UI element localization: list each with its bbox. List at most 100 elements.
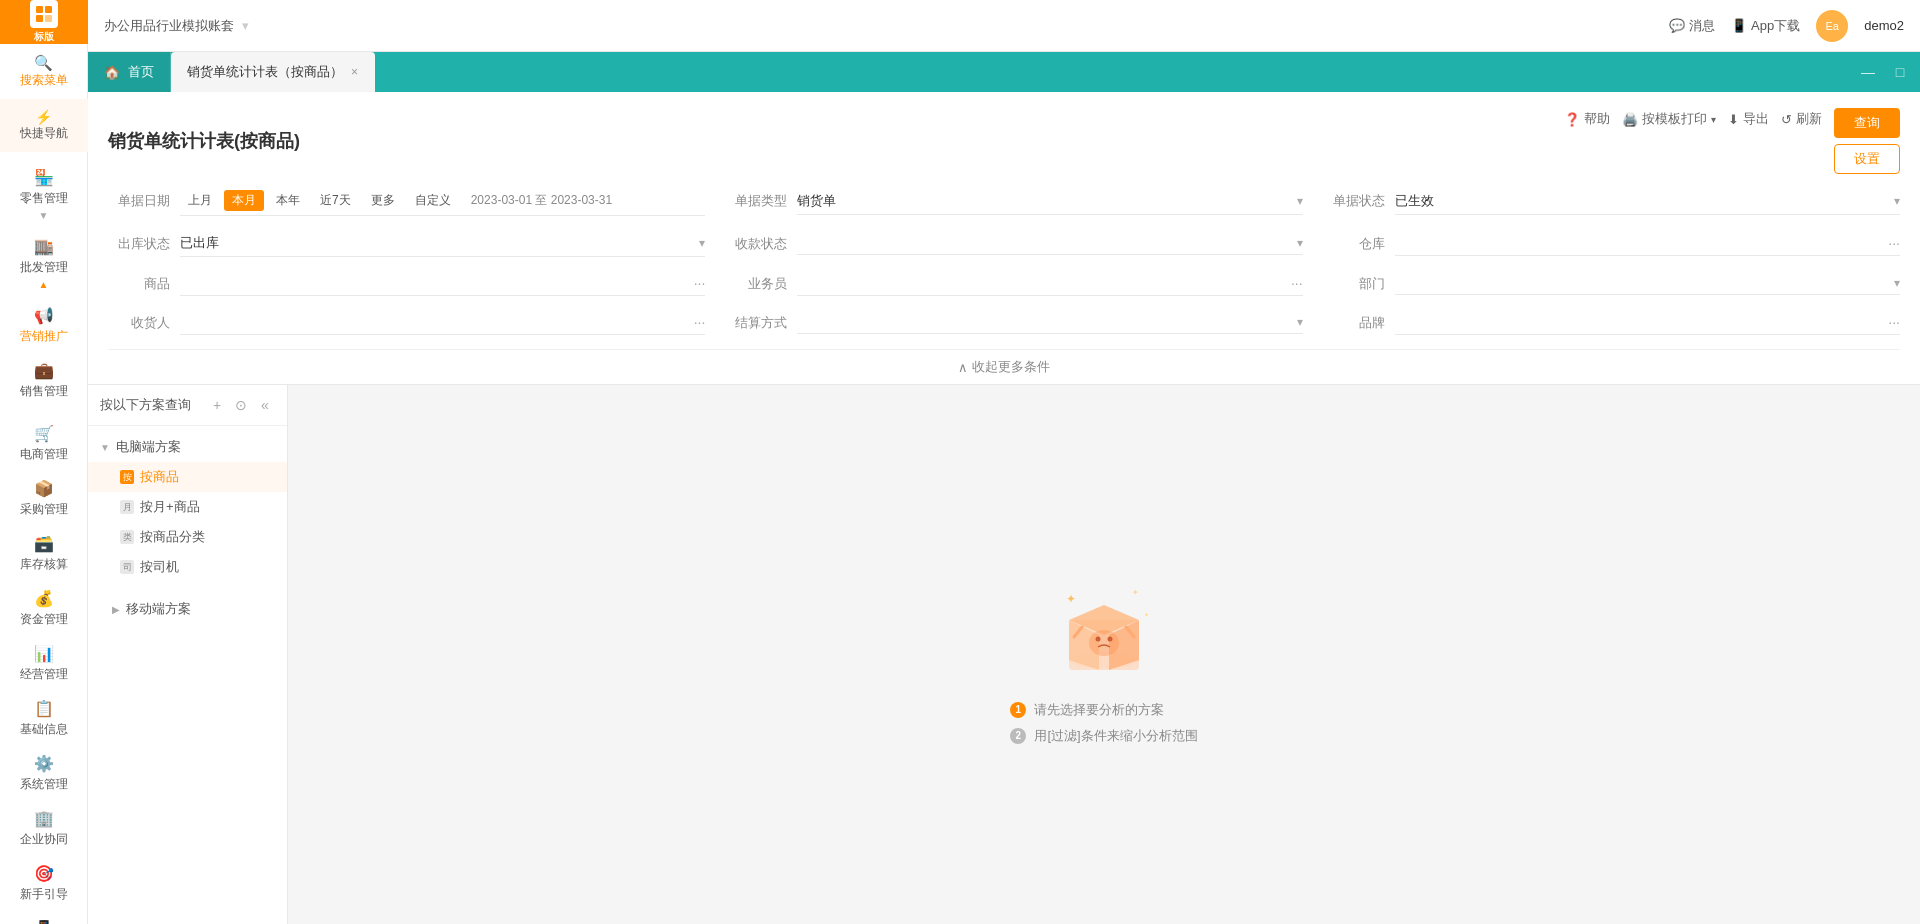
doc-status-label: 单据状态 <box>1323 192 1395 210</box>
scheme-item-by-product[interactable]: 按 按商品 <box>88 462 287 492</box>
warehouse-dot-btn[interactable]: ··· <box>1888 235 1900 251</box>
department-control[interactable]: ▾ <box>1395 272 1900 295</box>
tip-dot-1: 1 <box>1010 702 1026 718</box>
tab-close-icon[interactable]: × <box>351 65 358 79</box>
tab-bar: 🏠 首页 销货单统计计表（按商品） × — □ <box>88 52 1920 92</box>
payment-method-control[interactable]: ▾ <box>797 311 1302 334</box>
print-btn[interactable]: 🖨️ 按模板打印 ▾ <box>1622 110 1716 128</box>
date-btn-7days[interactable]: 近7天 <box>312 190 359 211</box>
sidebar-item-newbie[interactable]: 🎯 新手引导 <box>0 856 88 911</box>
scheme-group-arrow-icon: ▼ <box>100 442 110 453</box>
scheme-edit-btn[interactable]: ⊙ <box>231 395 251 415</box>
svg-rect-2 <box>36 15 43 22</box>
warehouse-status-control[interactable]: 已出库 ▾ <box>180 230 705 257</box>
search-label: 搜索菜单 <box>20 73 68 87</box>
scheme-group-mobile-header[interactable]: ▶ 移动端方案 <box>88 594 287 624</box>
recipient-dot-btn[interactable]: ··· <box>694 314 706 330</box>
date-btn-prev-month[interactable]: 上月 <box>180 190 220 211</box>
scheme-item-label-driver: 按司机 <box>140 558 179 576</box>
payment-status-control[interactable]: ▾ <box>797 232 1302 255</box>
date-btn-more[interactable]: 更多 <box>363 190 403 211</box>
user-avatar[interactable]: Ea <box>1816 10 1848 42</box>
sidebar-item-appstore[interactable]: 📱 应用中心 <box>0 911 88 924</box>
refresh-btn[interactable]: ↺ 刷新 <box>1781 110 1822 128</box>
brand-control[interactable]: ··· <box>1395 310 1900 335</box>
page-content: 销货单统计计表(按商品) ❓ 帮助 🖨️ 按模板打印 ▾ ⬇ <box>88 92 1920 924</box>
collapse-up-icon: ∧ <box>958 360 968 375</box>
date-filter-control[interactable]: 上月 本月 本年 近7天 更多 自定义 2023-03-01 至 2023-03… <box>180 186 705 216</box>
user-name: demo2 <box>1864 18 1904 33</box>
doc-type-control[interactable]: 销货单 ▾ <box>797 188 1302 215</box>
breadcrumb-area: 办公用品行业模拟账套 ▾ <box>104 17 1653 35</box>
scheme-group-mobile-label: 移动端方案 <box>126 600 191 618</box>
date-filter-buttons: 上月 本月 本年 近7天 更多 自定义 <box>180 190 459 211</box>
brand-dot-btn[interactable]: ··· <box>1888 314 1900 330</box>
scheme-group-desktop-header[interactable]: ▼ 电脑端方案 <box>88 432 287 462</box>
app-logo[interactable]: 标版 <box>0 0 88 44</box>
help-btn[interactable]: ❓ 帮助 <box>1564 110 1610 128</box>
product-dot-btn[interactable]: ··· <box>694 275 706 291</box>
scheme-add-btn[interactable]: + <box>207 395 227 415</box>
svg-rect-3 <box>45 15 52 22</box>
tab-active-label: 销货单统计计表（按商品） <box>187 63 343 81</box>
app-download-btn[interactable]: 📱 App下载 <box>1731 17 1800 35</box>
date-btn-current-month[interactable]: 本月 <box>224 190 264 211</box>
date-btn-custom[interactable]: 自定义 <box>407 190 459 211</box>
product-control[interactable]: ··· <box>180 271 705 296</box>
sidebar-item-basic[interactable]: 📋 基础信息 <box>0 691 88 746</box>
doc-status-dropdown-icon[interactable]: ▾ <box>1894 194 1900 208</box>
salesperson-control[interactable]: ··· <box>797 271 1302 296</box>
scheme-item-label-month: 按月+商品 <box>140 498 200 516</box>
salesperson-dot-btn[interactable]: ··· <box>1291 275 1303 291</box>
scheme-collapse-btn[interactable]: « <box>255 395 275 415</box>
payment-status-cell: 收款状态 ▾ <box>705 230 1302 257</box>
date-btn-year[interactable]: 本年 <box>268 190 308 211</box>
sidebar-item-ecommerce[interactable]: 🛒 电商管理 <box>0 416 88 471</box>
sidebar-search[interactable]: 🔍 搜索菜单 <box>0 44 88 99</box>
scheme-item-label-category: 按商品分类 <box>140 528 205 546</box>
sidebar-item-inventory[interactable]: 🗃️ 库存核算 <box>0 526 88 581</box>
appstore-icon: 📱 <box>34 919 54 924</box>
warehouse-status-value: 已出库 <box>180 234 219 252</box>
sidebar-item-system[interactable]: ⚙️ 系统管理 <box>0 746 88 801</box>
brand-label: 品牌 <box>1323 314 1395 332</box>
warehouse-name-control[interactable]: ··· <box>1395 231 1900 256</box>
scheme-group-desktop-label: 电脑端方案 <box>116 438 181 456</box>
svg-point-10 <box>1095 636 1100 641</box>
sidebar-item-finance[interactable]: 💰 资金管理 <box>0 581 88 636</box>
user-initials: Ea <box>1826 20 1839 32</box>
data-area: ✦ ✦ ✦ 1 请先选择要分析的方案 2 用[过滤]条件来缩小分析范围 <box>288 385 1920 924</box>
tab-active[interactable]: 销货单统计计表（按商品） × <box>171 52 375 92</box>
messages-btn[interactable]: 💬 消息 <box>1669 17 1715 35</box>
recipient-control[interactable]: ··· <box>180 310 705 335</box>
sidebar-item-wholesale[interactable]: 🏬 批发管理 ▲ <box>0 229 88 298</box>
page-title: 销货单统计计表(按商品) <box>108 129 300 153</box>
scheme-item-by-category[interactable]: 类 按商品分类 <box>88 522 287 552</box>
sidebar-quick-nav[interactable]: ⚡ 快捷导航 <box>0 99 88 152</box>
product-cell: 商品 ··· <box>108 271 705 296</box>
date-range-display: 2023-03-01 至 2023-03-31 <box>471 192 612 209</box>
scheme-item-icon-category: 类 <box>120 530 134 544</box>
sidebar-item-sales[interactable]: 💼 销售管理 <box>0 353 88 408</box>
date-filter-label: 单据日期 <box>108 192 180 210</box>
query-button[interactable]: 查询 <box>1834 108 1900 138</box>
sidebar-item-operations[interactable]: 📊 经营管理 <box>0 636 88 691</box>
scheme-item-by-month-product[interactable]: 月 按月+商品 <box>88 492 287 522</box>
tab-minimize-btn[interactable]: — <box>1856 60 1880 84</box>
retail-icon: 🏪 <box>34 168 54 187</box>
settings-button[interactable]: 设置 <box>1834 144 1900 174</box>
sidebar-item-enterprise[interactable]: 🏢 企业协同 <box>0 801 88 856</box>
tab-home[interactable]: 🏠 首页 <box>88 52 171 92</box>
scheme-panel: 按以下方案查询 + ⊙ « ▼ <box>88 385 288 924</box>
empty-tip-2: 2 用[过滤]条件来缩小分析范围 <box>1010 727 1197 745</box>
sidebar-item-retail[interactable]: 🏪 零售管理 ▼ <box>0 160 88 229</box>
export-btn[interactable]: ⬇ 导出 <box>1728 110 1769 128</box>
tab-maximize-btn[interactable]: □ <box>1888 60 1912 84</box>
department-dropdown-icon[interactable]: ▾ <box>1894 276 1900 290</box>
scheme-item-by-driver[interactable]: 司 按司机 <box>88 552 287 582</box>
doc-status-control[interactable]: 已生效 ▾ <box>1395 188 1900 215</box>
collapse-bar[interactable]: ∧ 收起更多条件 <box>108 349 1900 384</box>
scheme-group-mobile: ▶ 移动端方案 <box>88 588 287 630</box>
sidebar-item-marketing[interactable]: 📢 营销推广 <box>0 298 88 353</box>
sidebar-item-purchase[interactable]: 📦 采购管理 <box>0 471 88 526</box>
